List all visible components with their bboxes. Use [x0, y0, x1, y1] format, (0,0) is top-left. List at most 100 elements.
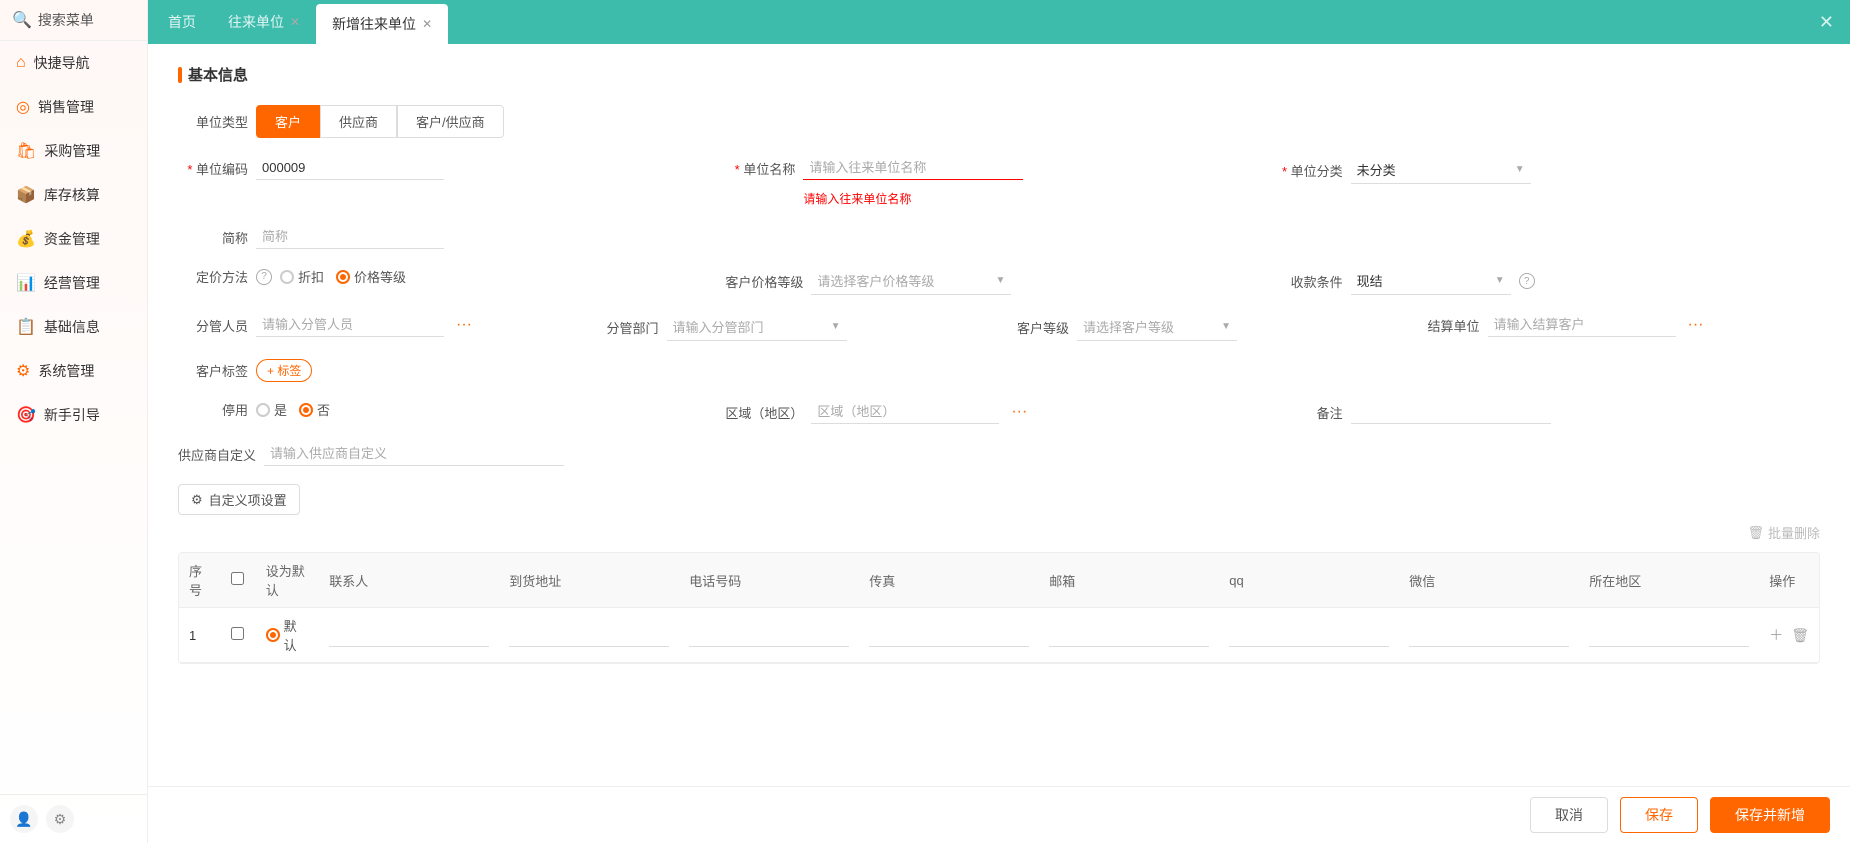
level-radio-circle — [336, 270, 350, 284]
cell-wechat — [1399, 608, 1579, 663]
manager-more-btn[interactable]: ··· — [456, 316, 472, 334]
sidebar-item-label: 系统管理 — [38, 361, 94, 381]
sidebar-search[interactable]: 🔍 搜索菜单 — [0, 0, 147, 41]
unit-type-row: 单位类型 客户 供应商 客户/供应商 — [178, 105, 1820, 138]
sidebar-item-quick-nav[interactable]: ⌂ 快捷导航 — [0, 41, 147, 85]
sidebar-settings-btn[interactable]: ⚙ — [46, 805, 74, 833]
tab-new-partner[interactable]: 新增往来单位 ✕ — [316, 4, 448, 44]
short-name-input[interactable] — [256, 225, 444, 249]
add-tag-btn[interactable]: + 标签 — [256, 359, 312, 382]
pricing-help-icon[interactable]: ? — [256, 269, 272, 285]
supplier-custom-input[interactable] — [264, 442, 564, 466]
qq-input[interactable] — [1229, 623, 1389, 647]
region-label: 区域（地区） — [725, 403, 803, 422]
unit-category-select[interactable]: 未分类 ▼ — [1351, 156, 1531, 184]
unit-code-input[interactable] — [256, 156, 444, 180]
sidebar-item-operations[interactable]: 📊 经营管理 — [0, 261, 147, 305]
contact-table-element: 序号 设为默认 联系人 到货地址 电话号码 传真 邮箱 qq 微信 所在地区 — [179, 553, 1819, 663]
chevron-down-icon3: ▼ — [1495, 275, 1505, 286]
save-new-button[interactable]: 保存并新增 — [1710, 797, 1830, 833]
col-address: 到货地址 — [499, 553, 679, 608]
search-icon: 🔍 — [12, 10, 32, 30]
unit-type-btn-customer[interactable]: 客户 — [256, 105, 320, 138]
disabled-group: 停用 是 否 — [178, 400, 725, 419]
batch-delete-label[interactable]: 批量删除 — [1768, 523, 1820, 542]
col-qq: qq — [1219, 553, 1399, 608]
customer-level-group: 客户等级 请选择客户等级 ▼ — [999, 313, 1410, 341]
unit-type-buttons: 客户 供应商 客户/供应商 — [256, 105, 504, 138]
sidebar-item-basic[interactable]: 📋 基础信息 — [0, 305, 147, 349]
supplier-custom-label: 供应商自定义 — [178, 445, 256, 464]
tab-partner[interactable]: 往来单位 ✕ — [212, 0, 316, 44]
cell-fax — [859, 608, 1039, 663]
settlement-more-btn[interactable]: ··· — [1688, 316, 1704, 334]
cell-default: 默认 — [256, 608, 319, 663]
no-label: 否 — [317, 400, 330, 419]
phone-input[interactable] — [689, 623, 849, 647]
unit-name-input[interactable] — [803, 156, 1023, 180]
wechat-input[interactable] — [1409, 623, 1569, 647]
fax-input[interactable] — [869, 623, 1029, 647]
row-add-btn[interactable]: ＋ — [1769, 625, 1783, 645]
home-icon: ⌂ — [16, 54, 26, 72]
default-radio[interactable]: 默认 — [266, 616, 309, 654]
cancel-button[interactable]: 取消 — [1530, 797, 1608, 833]
close-all-tabs-btn[interactable]: ✕ — [1807, 12, 1846, 33]
sidebar-item-guide[interactable]: 🎯 新手引导 — [0, 393, 147, 437]
tab-partner-close[interactable]: ✕ — [290, 15, 300, 29]
payment-terms-select[interactable]: 现结 ▼ — [1351, 267, 1511, 295]
email-input[interactable] — [1049, 623, 1209, 647]
settlement-input[interactable] — [1488, 313, 1676, 337]
remark-label: 备注 — [1273, 403, 1343, 422]
unit-type-group: 单位类型 客户 供应商 客户/供应商 — [178, 105, 1820, 138]
sidebar-item-inventory[interactable]: 📦 库存核算 — [0, 173, 147, 217]
pricing-radio-discount[interactable]: 折扣 — [280, 267, 324, 286]
customer-price-level-label: 客户价格等级 — [725, 272, 803, 291]
sidebar-item-purchase[interactable]: 🛍 采购管理 — [0, 129, 147, 173]
sidebar-item-system[interactable]: ⚙ 系统管理 — [0, 349, 147, 393]
cell-region — [1579, 608, 1759, 663]
col-checkbox — [220, 553, 256, 608]
region-more-btn[interactable]: ··· — [1011, 403, 1027, 421]
manager-input[interactable] — [256, 313, 444, 337]
save-button[interactable]: 保存 — [1620, 797, 1698, 833]
sidebar-item-finance[interactable]: 💰 资金管理 — [0, 217, 147, 261]
table-region-input[interactable] — [1589, 623, 1749, 647]
row-checkbox[interactable] — [231, 627, 244, 640]
disabled-radio-no[interactable]: 否 — [299, 400, 330, 419]
supplier-custom-row: 供应商自定义 — [178, 442, 1820, 466]
unit-type-btn-supplier[interactable]: 供应商 — [320, 105, 397, 138]
title-bar-decoration — [178, 67, 182, 83]
tab-new-partner-close[interactable]: ✕ — [422, 17, 432, 31]
department-group: 分管部门 请输入分管部门 ▼ — [589, 313, 1000, 341]
cell-checkbox — [220, 608, 256, 663]
unit-type-label: 单位类型 — [178, 112, 248, 131]
contact-input[interactable] — [329, 623, 489, 647]
sidebar-bottom: 👤 ⚙ — [0, 794, 147, 843]
cell-seq: 1 — [179, 608, 220, 663]
remark-input[interactable] — [1351, 400, 1551, 424]
address-input[interactable] — [509, 623, 669, 647]
tag-label: 客户标签 — [178, 361, 248, 380]
sidebar-user-btn[interactable]: 👤 — [10, 805, 38, 833]
department-select[interactable]: 请输入分管部门 ▼ — [667, 313, 847, 341]
sidebar-item-label: 经营管理 — [44, 273, 100, 293]
payment-terms-group: 收款条件 现结 ▼ ? — [1273, 267, 1820, 295]
unit-type-btn-both[interactable]: 客户/供应商 — [397, 105, 504, 138]
batch-delete-icon: 🗑 — [1747, 525, 1764, 541]
tab-home[interactable]: 首页 — [152, 0, 212, 44]
pricing-radio-level[interactable]: 价格等级 — [336, 267, 406, 286]
department-label: 分管部门 — [589, 318, 659, 337]
sidebar-item-sales[interactable]: ◎ 销售管理 — [0, 85, 147, 129]
basic-icon: 📋 — [16, 317, 36, 337]
region-input[interactable] — [811, 400, 999, 424]
disabled-radio-yes[interactable]: 是 — [256, 400, 287, 419]
cell-action: ＋ 🗑 — [1759, 608, 1819, 663]
custom-settings-btn[interactable]: ⚙ 自定义项设置 — [178, 484, 300, 515]
disabled-label: 停用 — [178, 400, 248, 419]
customer-level-select[interactable]: 请选择客户等级 ▼ — [1077, 313, 1237, 341]
select-all-checkbox[interactable] — [231, 572, 244, 585]
customer-price-level-select[interactable]: 请选择客户价格等级 ▼ — [811, 267, 1011, 295]
payment-help-icon[interactable]: ? — [1519, 273, 1535, 289]
row-delete-btn[interactable]: 🗑 — [1791, 627, 1809, 644]
